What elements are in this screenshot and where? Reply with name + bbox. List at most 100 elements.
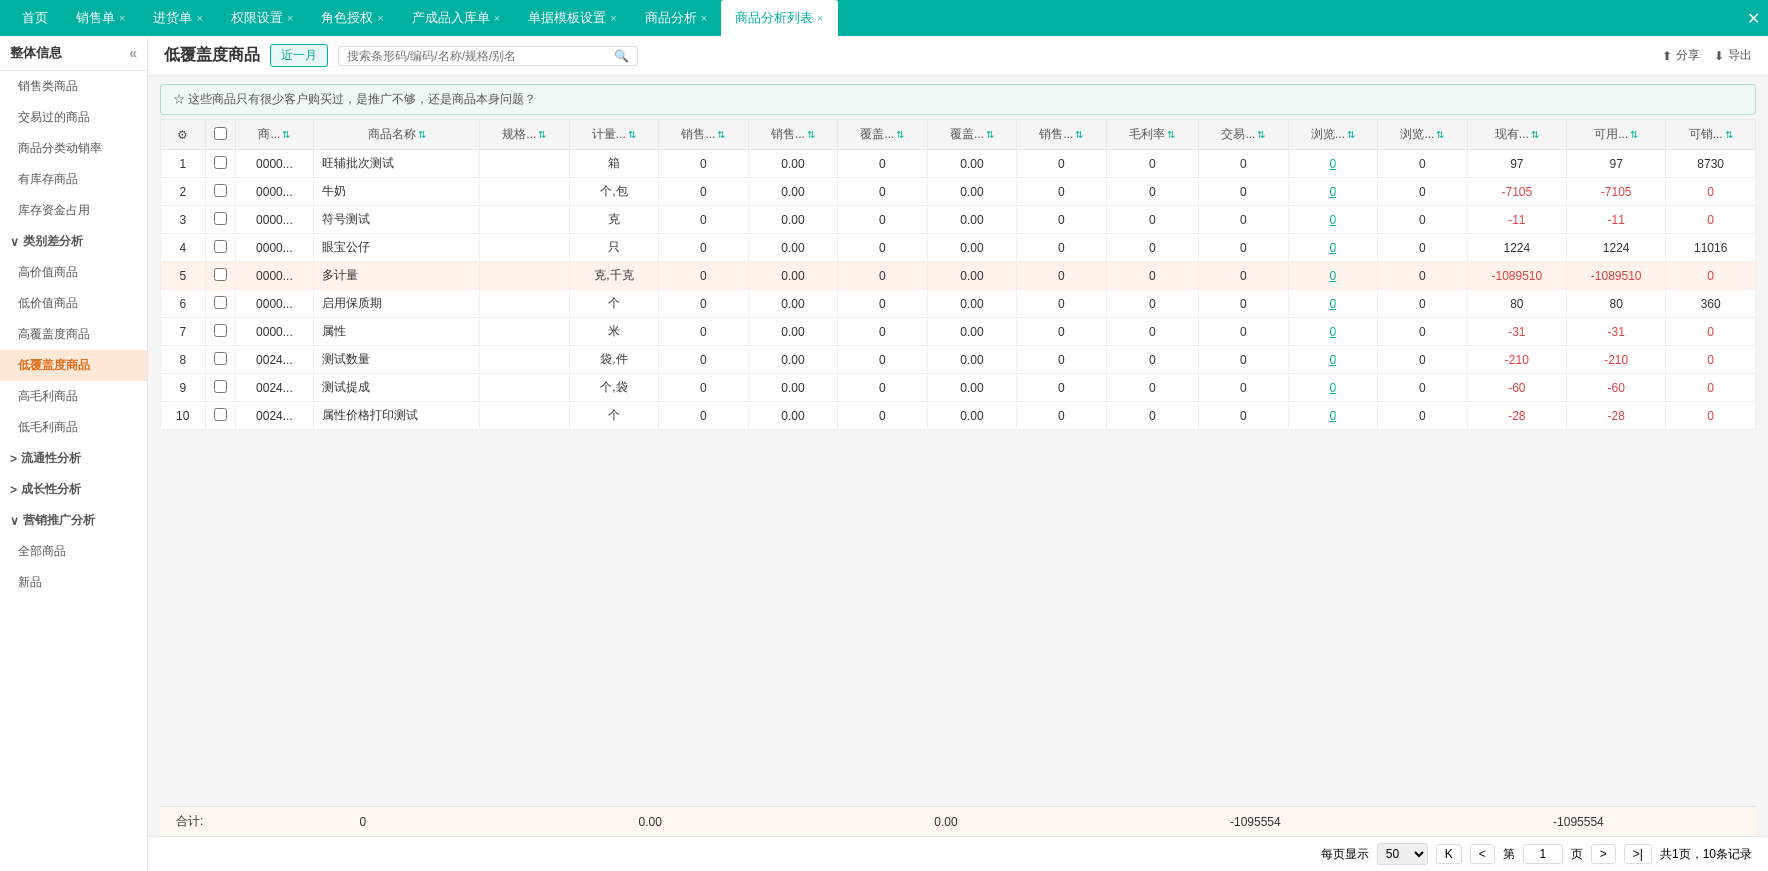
next-page-button[interactable]: > [1591, 844, 1616, 864]
nav-template-settings-close[interactable]: × [610, 0, 616, 36]
row-browse1[interactable]: 0 [1288, 346, 1378, 374]
row-checkbox-cell[interactable] [205, 178, 235, 206]
sidebar-item-traded-goods[interactable]: 交易过的商品 [0, 102, 147, 133]
cover2-column-header[interactable]: 覆盖...⇅ [927, 120, 1017, 150]
sidebar-item-low-coverage[interactable]: 低覆盖度商品 [0, 350, 147, 381]
sidebar-item-high-margin[interactable]: 高毛利商品 [0, 381, 147, 412]
nav-role-auth[interactable]: 角色授权 × [307, 0, 397, 36]
close-all-button[interactable]: ✕ [1747, 9, 1760, 28]
row-checkbox[interactable] [214, 352, 227, 365]
sidebar-group-growth[interactable]: > 成长性分析 [0, 474, 147, 505]
sales-amt-column-header[interactable]: 销售...⇅ [748, 120, 838, 150]
sidebar-item-in-stock-goods[interactable]: 有库存商品 [0, 164, 147, 195]
nav-analysis-list[interactable]: 商品分析列表 × [721, 0, 837, 36]
row-code: 0024... [235, 374, 314, 402]
row-checkbox[interactable] [214, 380, 227, 393]
nav-product-storage-close[interactable]: × [494, 0, 500, 36]
per-page-select[interactable]: 50 100 200 [1377, 843, 1428, 865]
row-checkbox[interactable] [214, 240, 227, 253]
sidebar-item-category-sales-rate[interactable]: 商品分类动销率 [0, 133, 147, 164]
sidebar-group-category-analysis[interactable]: ∨ 类别差分析 [0, 226, 147, 257]
row-browse1[interactable]: 0 [1288, 290, 1378, 318]
available-column-header[interactable]: 可用...⇅ [1567, 120, 1666, 150]
share-button[interactable]: ⬆ 分享 [1662, 47, 1700, 64]
row-browse1[interactable]: 0 [1288, 262, 1378, 290]
sidebar-group-circulation[interactable]: > 流通性分析 [0, 443, 147, 474]
row-checkbox[interactable] [214, 268, 227, 281]
row-browse1[interactable]: 0 [1288, 374, 1378, 402]
nav-home[interactable]: 首页 [8, 0, 62, 36]
table-container[interactable]: ⚙ 商...⇅ 商品名称⇅ 规格...⇅ 计量...⇅ 销售...⇅ 销售...… [160, 119, 1756, 806]
page-input[interactable] [1523, 844, 1563, 864]
sidebar-item-low-margin[interactable]: 低毛利商品 [0, 412, 147, 443]
row-unit: 克 [569, 206, 659, 234]
row-checkbox[interactable] [214, 184, 227, 197]
unit-column-header[interactable]: 计量...⇅ [569, 120, 659, 150]
prev-page-button[interactable]: < [1470, 844, 1495, 864]
row-browse1[interactable]: 0 [1288, 178, 1378, 206]
sidebar-collapse-button[interactable]: « [129, 45, 137, 61]
sidebar-group-marketing[interactable]: ∨ 营销推广分析 [0, 505, 147, 536]
row-checkbox[interactable] [214, 212, 227, 225]
search-icon[interactable]: 🔍 [614, 49, 629, 63]
export-button[interactable]: ⬇ 导出 [1714, 47, 1752, 64]
sidebar-item-high-value[interactable]: 高价值商品 [0, 257, 147, 288]
nav-permissions-close[interactable]: × [287, 0, 293, 36]
sidebar-item-stock-capital[interactable]: 库存资金占用 [0, 195, 147, 226]
settings-column-header[interactable]: ⚙ [161, 120, 206, 150]
row-checkbox-cell[interactable] [205, 374, 235, 402]
nav-template-settings[interactable]: 单据模板设置 × [514, 0, 630, 36]
name-column-header[interactable]: 商品名称⇅ [314, 120, 480, 150]
select-all-checkbox[interactable] [214, 127, 227, 140]
row-checkbox[interactable] [214, 156, 227, 169]
row-checkbox[interactable] [214, 324, 227, 337]
row-trade: 0 [1199, 346, 1289, 374]
browse1-column-header[interactable]: 浏览...⇅ [1288, 120, 1378, 150]
trade-column-header[interactable]: 交易...⇅ [1199, 120, 1289, 150]
row-checkbox-cell[interactable] [205, 402, 235, 430]
row-checkbox-cell[interactable] [205, 262, 235, 290]
spec-column-header[interactable]: 规格...⇅ [480, 120, 570, 150]
cover1-column-header[interactable]: 覆盖...⇅ [838, 120, 928, 150]
row-checkbox-cell[interactable] [205, 150, 235, 178]
nav-role-auth-close[interactable]: × [377, 0, 383, 36]
sidebar-item-all-goods[interactable]: 全部商品 [0, 536, 147, 567]
sales3-column-header[interactable]: 销售...⇅ [1017, 120, 1107, 150]
row-unit: 米 [569, 318, 659, 346]
nav-product-analysis[interactable]: 商品分析 × [631, 0, 721, 36]
row-browse1[interactable]: 0 [1288, 150, 1378, 178]
last-page-button[interactable]: >| [1624, 844, 1652, 864]
nav-purchase[interactable]: 进货单 × [139, 0, 216, 36]
nav-permissions[interactable]: 权限设置 × [217, 0, 307, 36]
code-column-header[interactable]: 商...⇅ [235, 120, 314, 150]
sidebar-item-low-value[interactable]: 低价值商品 [0, 288, 147, 319]
nav-product-analysis-close[interactable]: × [701, 0, 707, 36]
current-stock-column-header[interactable]: 现有...⇅ [1467, 120, 1566, 150]
nav-product-storage[interactable]: 产成品入库单 × [398, 0, 514, 36]
nav-sales-close[interactable]: × [119, 0, 125, 36]
sidebar-item-sales-goods[interactable]: 销售类商品 [0, 71, 147, 102]
sidebar-item-new-goods[interactable]: 新品 [0, 567, 147, 598]
sellable-column-header[interactable]: 可销...⇅ [1666, 120, 1756, 150]
date-filter-button[interactable]: 近一月 [270, 44, 328, 67]
nav-analysis-list-close[interactable]: × [817, 0, 823, 36]
row-checkbox-cell[interactable] [205, 290, 235, 318]
row-browse1[interactable]: 0 [1288, 402, 1378, 430]
row-checkbox[interactable] [214, 408, 227, 421]
row-checkbox-cell[interactable] [205, 346, 235, 374]
browse2-column-header[interactable]: 浏览...⇅ [1378, 120, 1468, 150]
gross-margin-column-header[interactable]: 毛利率⇅ [1106, 120, 1198, 150]
first-page-button[interactable]: K [1436, 844, 1462, 864]
nav-purchase-close[interactable]: × [196, 0, 202, 36]
row-checkbox-cell[interactable] [205, 318, 235, 346]
row-browse1[interactable]: 0 [1288, 318, 1378, 346]
nav-sales[interactable]: 销售单 × [62, 0, 139, 36]
row-checkbox[interactable] [214, 296, 227, 309]
row-browse1[interactable]: 0 [1288, 234, 1378, 262]
search-input[interactable] [347, 49, 610, 63]
sales-qty-column-header[interactable]: 销售...⇅ [659, 120, 749, 150]
row-checkbox-cell[interactable] [205, 206, 235, 234]
row-browse1[interactable]: 0 [1288, 206, 1378, 234]
row-checkbox-cell[interactable] [205, 234, 235, 262]
sidebar-item-high-coverage[interactable]: 高覆盖度商品 [0, 319, 147, 350]
